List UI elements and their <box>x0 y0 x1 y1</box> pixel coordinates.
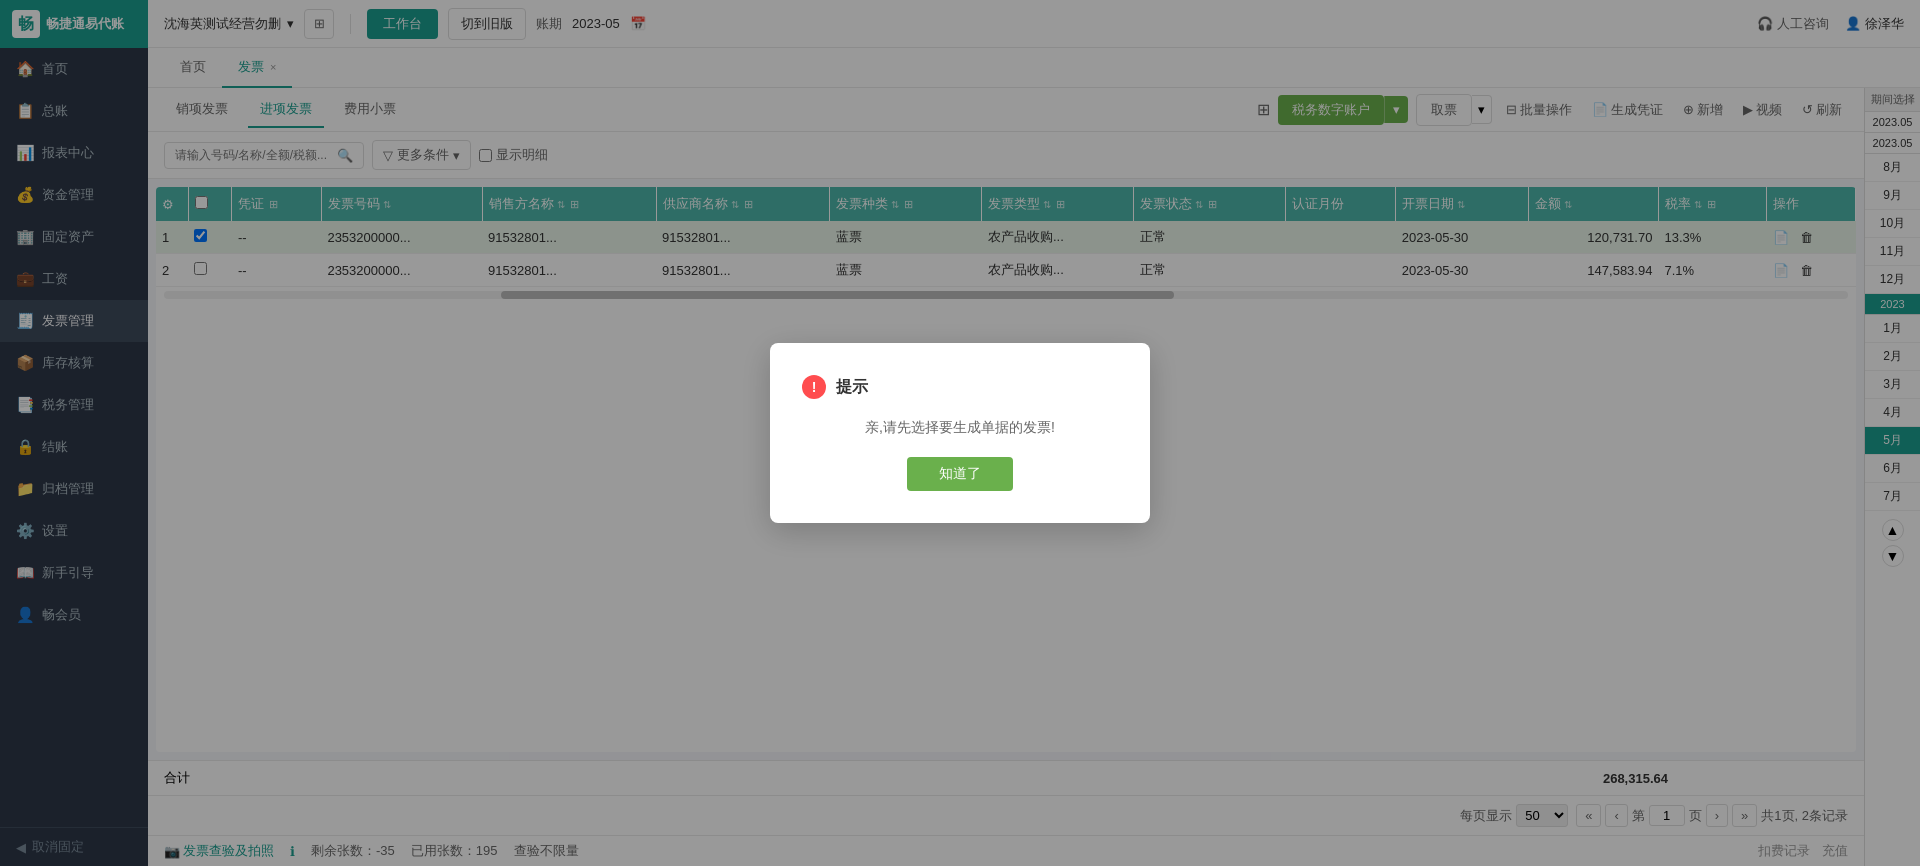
modal-confirm-button[interactable]: 知道了 <box>907 457 1013 491</box>
alert-modal: ! 提示 亲,请先选择要生成单据的发票! 知道了 <box>770 343 1150 523</box>
modal-header: ! 提示 <box>802 375 1118 399</box>
modal-title: 提示 <box>836 377 868 398</box>
modal-overlay: ! 提示 亲,请先选择要生成单据的发票! 知道了 <box>0 0 1920 866</box>
modal-warning-icon: ! <box>802 375 826 399</box>
modal-message: 亲,请先选择要生成单据的发票! <box>802 419 1118 437</box>
modal-footer: 知道了 <box>802 457 1118 491</box>
